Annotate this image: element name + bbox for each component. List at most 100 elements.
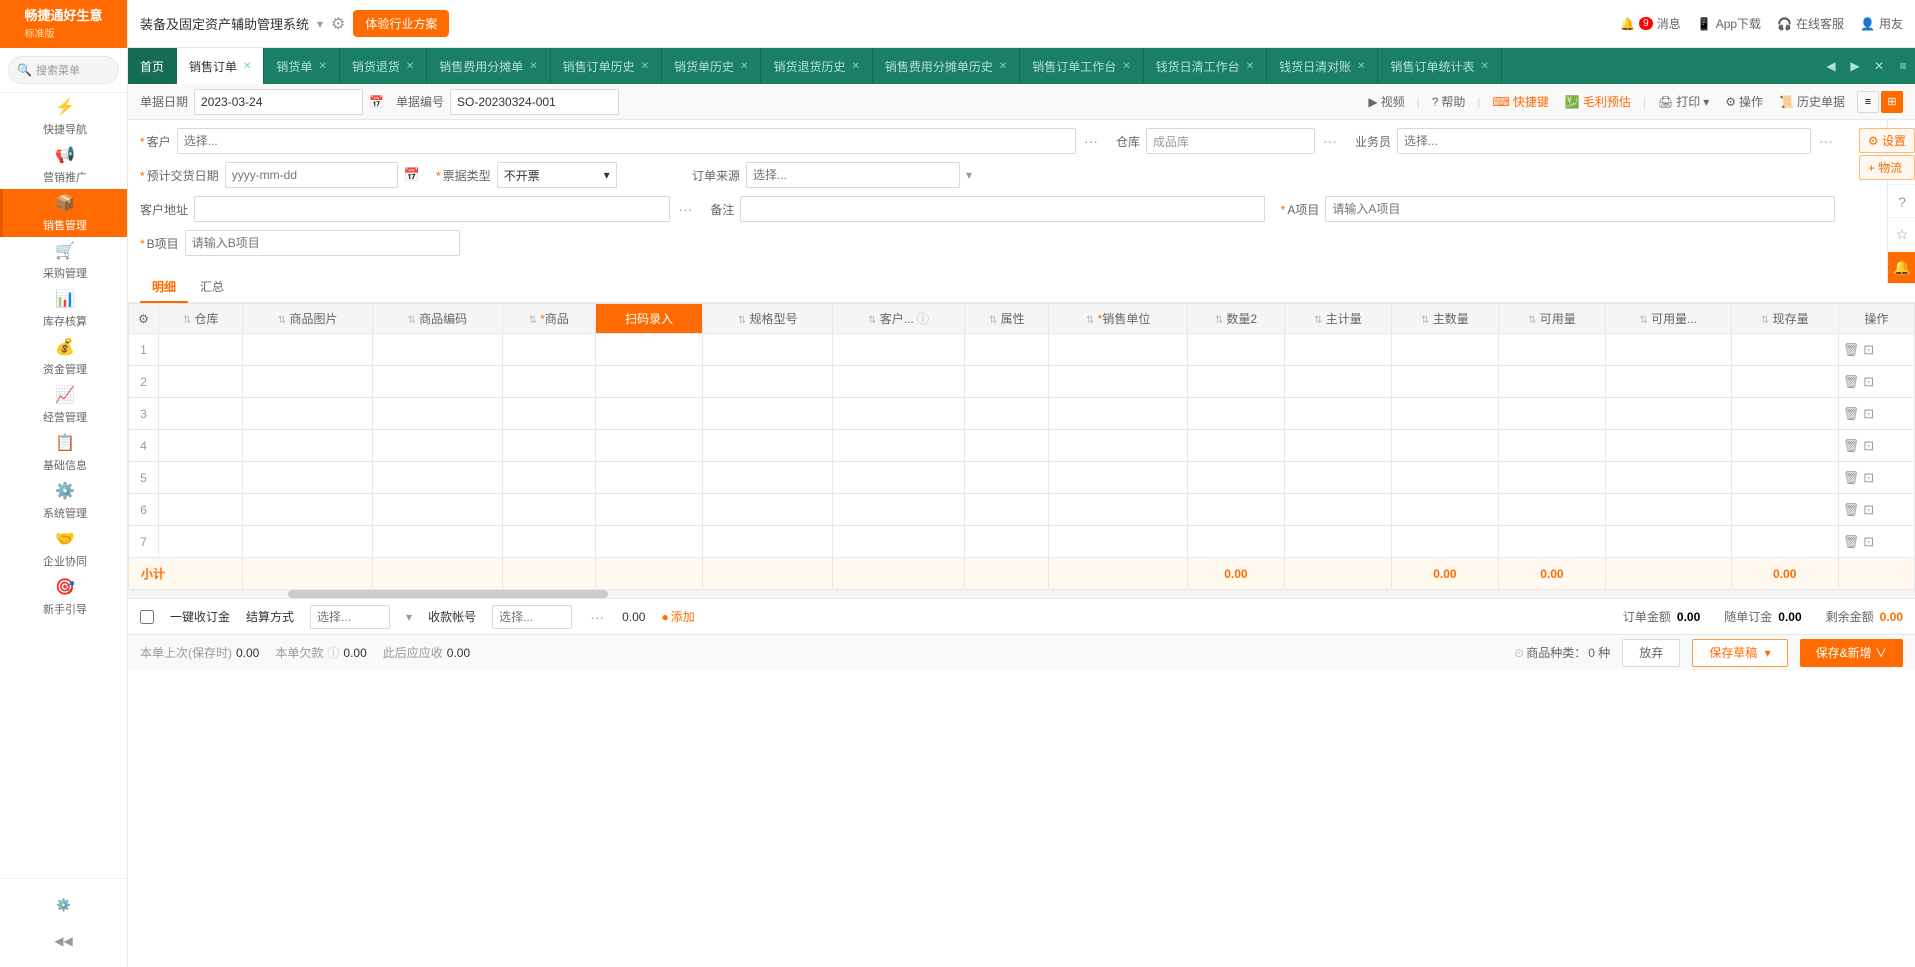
- list-view-btn[interactable]: ≡: [1857, 91, 1879, 113]
- row-customer-code[interactable]: [832, 430, 964, 462]
- tab-sales-expense[interactable]: 销售费用分摊单 ✕: [427, 48, 550, 84]
- sidebar-item-system[interactable]: ⚙️ 系统管理: [0, 477, 127, 525]
- tab-close-all-btn[interactable]: ✕: [1867, 48, 1891, 84]
- row-customer-code[interactable]: [832, 398, 964, 430]
- row-main-qty[interactable]: [1391, 430, 1498, 462]
- tab-next-btn[interactable]: ▶: [1843, 48, 1867, 84]
- sidebar-item-newguide[interactable]: 🎯 新手引导: [0, 573, 127, 621]
- tab-close-icon[interactable]: ✕: [243, 61, 251, 72]
- tab-sales-order[interactable]: 销售订单 ✕: [177, 48, 264, 84]
- invoice-type-select[interactable]: 不开票 ▾: [497, 162, 617, 188]
- row-delete-icon[interactable]: 🗑: [1843, 438, 1860, 454]
- tab-sales-order-history[interactable]: 销售订单历史 ✕: [551, 48, 662, 84]
- row-attribute[interactable]: [965, 334, 1049, 366]
- horizontal-scrollbar[interactable]: [128, 590, 1915, 598]
- row-attribute[interactable]: [965, 366, 1049, 398]
- sidebar-item-base[interactable]: 📋 基础信息: [0, 429, 127, 477]
- row-delete-icon[interactable]: 🗑: [1843, 406, 1860, 422]
- customer-expand-icon[interactable]: ···: [1082, 133, 1100, 149]
- row-qty2[interactable]: [1187, 526, 1284, 558]
- sidebar-settings-btn[interactable]: ⚙️: [0, 887, 127, 923]
- row-code[interactable]: [373, 526, 503, 558]
- delivery-date-input[interactable]: [225, 162, 398, 188]
- row-unit[interactable]: [1049, 334, 1187, 366]
- row-spec[interactable]: [703, 462, 833, 494]
- tab-menu-btn[interactable]: ≡: [1891, 48, 1915, 84]
- save-new-btn[interactable]: 保存&新增 ∨: [1800, 639, 1903, 667]
- detail-tab-summary[interactable]: 汇总: [188, 272, 236, 303]
- salesperson-input[interactable]: [1397, 128, 1811, 154]
- row-unit[interactable]: [1049, 526, 1187, 558]
- grid-view-btn[interactable]: ⊞: [1881, 91, 1903, 113]
- tab-order-workbench[interactable]: 销售订单工作台 ✕: [1020, 48, 1143, 84]
- docnum-input[interactable]: [450, 89, 619, 115]
- row-copy-icon[interactable]: ⊡: [1863, 438, 1874, 454]
- row-copy-icon[interactable]: ⊡: [1863, 342, 1874, 358]
- shortcut-btn[interactable]: ⌨ 快捷键: [1489, 91, 1553, 112]
- row-attribute[interactable]: [965, 494, 1049, 526]
- view-btn[interactable]: ▶ 视频: [1364, 91, 1408, 112]
- row-product[interactable]: [502, 494, 595, 526]
- topbar-settings-icon[interactable]: ⚙: [331, 14, 345, 34]
- form-settings-btn[interactable]: ⚙ 设置: [1859, 128, 1915, 153]
- tab-cash-workbench[interactable]: 钱货日清工作台 ✕: [1144, 48, 1267, 84]
- row-spec[interactable]: [703, 430, 833, 462]
- warehouse-expand-icon[interactable]: ···: [1321, 133, 1339, 149]
- row-attribute[interactable]: [965, 526, 1049, 558]
- row-spec[interactable]: [703, 334, 833, 366]
- row-product[interactable]: [502, 398, 595, 430]
- row-code[interactable]: [373, 494, 503, 526]
- remark-input[interactable]: [740, 196, 1264, 222]
- right-panel-item-4[interactable]: ☆: [1888, 219, 1915, 251]
- account-expand-icon[interactable]: ···: [588, 609, 606, 625]
- row-customer-code[interactable]: [832, 334, 964, 366]
- save-draft-dropdown-icon[interactable]: ▾: [1765, 646, 1771, 660]
- row-product[interactable]: [502, 462, 595, 494]
- row-copy-icon[interactable]: ⊡: [1863, 470, 1874, 486]
- row-attribute[interactable]: [965, 462, 1049, 494]
- row-warehouse[interactable]: [159, 526, 243, 558]
- scrollbar-thumb[interactable]: [288, 590, 608, 598]
- row-main-qty[interactable]: [1391, 334, 1498, 366]
- sidebar-item-quicknav[interactable]: ⚡ 快捷导航: [0, 93, 127, 141]
- row-warehouse[interactable]: [159, 398, 243, 430]
- tab-return-history[interactable]: 销货退货历史 ✕: [761, 48, 872, 84]
- user-avatar[interactable]: 👤 用友: [1860, 15, 1903, 32]
- sidebar-item-enterprise[interactable]: 🤝 企业协同: [0, 525, 127, 573]
- notification-btn[interactable]: 🔔 9 消息: [1620, 15, 1681, 32]
- row-code[interactable]: [373, 430, 503, 462]
- history-btn[interactable]: 📜 历史单据: [1775, 91, 1849, 112]
- app-download-btn[interactable]: 📱 App下载: [1697, 15, 1761, 32]
- form-add-btn[interactable]: + 物流: [1859, 155, 1915, 180]
- tab-home[interactable]: 首页: [128, 48, 177, 84]
- sidebar-item-marketing[interactable]: 📢 营销推广: [0, 141, 127, 189]
- print-btn[interactable]: 🖨 打印 ▾: [1654, 91, 1713, 112]
- row-product[interactable]: [502, 366, 595, 398]
- row-delete-icon[interactable]: 🗑: [1843, 470, 1860, 486]
- right-panel-item-5[interactable]: 🔔: [1888, 252, 1915, 284]
- row-main-qty[interactable]: [1391, 526, 1498, 558]
- tab-sales-return[interactable]: 销货退货 ✕: [340, 48, 427, 84]
- search-menu-button[interactable]: 🔍 搜索菜单: [8, 56, 119, 84]
- right-panel-item-3[interactable]: ?: [1888, 186, 1915, 218]
- tab-close-icon[interactable]: ✕: [1481, 61, 1489, 72]
- row-qty2[interactable]: [1187, 366, 1284, 398]
- a-project-input[interactable]: [1325, 196, 1835, 222]
- row-unit[interactable]: [1049, 494, 1187, 526]
- sidebar-item-finance[interactable]: 💰 资金管理: [0, 333, 127, 381]
- row-delete-icon[interactable]: 🗑: [1843, 342, 1860, 358]
- tab-expense-history[interactable]: 销售费用分摊单历史 ✕: [873, 48, 1020, 84]
- row-warehouse[interactable]: [159, 494, 243, 526]
- row-product[interactable]: [502, 526, 595, 558]
- row-unit[interactable]: [1049, 430, 1187, 462]
- row-warehouse[interactable]: [159, 366, 243, 398]
- row-unit[interactable]: [1049, 398, 1187, 430]
- row-product[interactable]: [502, 334, 595, 366]
- row-delete-icon[interactable]: 🗑: [1843, 374, 1860, 390]
- tab-sales-bill[interactable]: 销货单 ✕: [264, 48, 339, 84]
- row-spec[interactable]: [703, 494, 833, 526]
- col-gear[interactable]: ⚙: [129, 304, 159, 334]
- row-customer-code[interactable]: [832, 462, 964, 494]
- row-copy-icon[interactable]: ⊡: [1863, 374, 1874, 390]
- tab-prev-btn[interactable]: ◀: [1819, 48, 1843, 84]
